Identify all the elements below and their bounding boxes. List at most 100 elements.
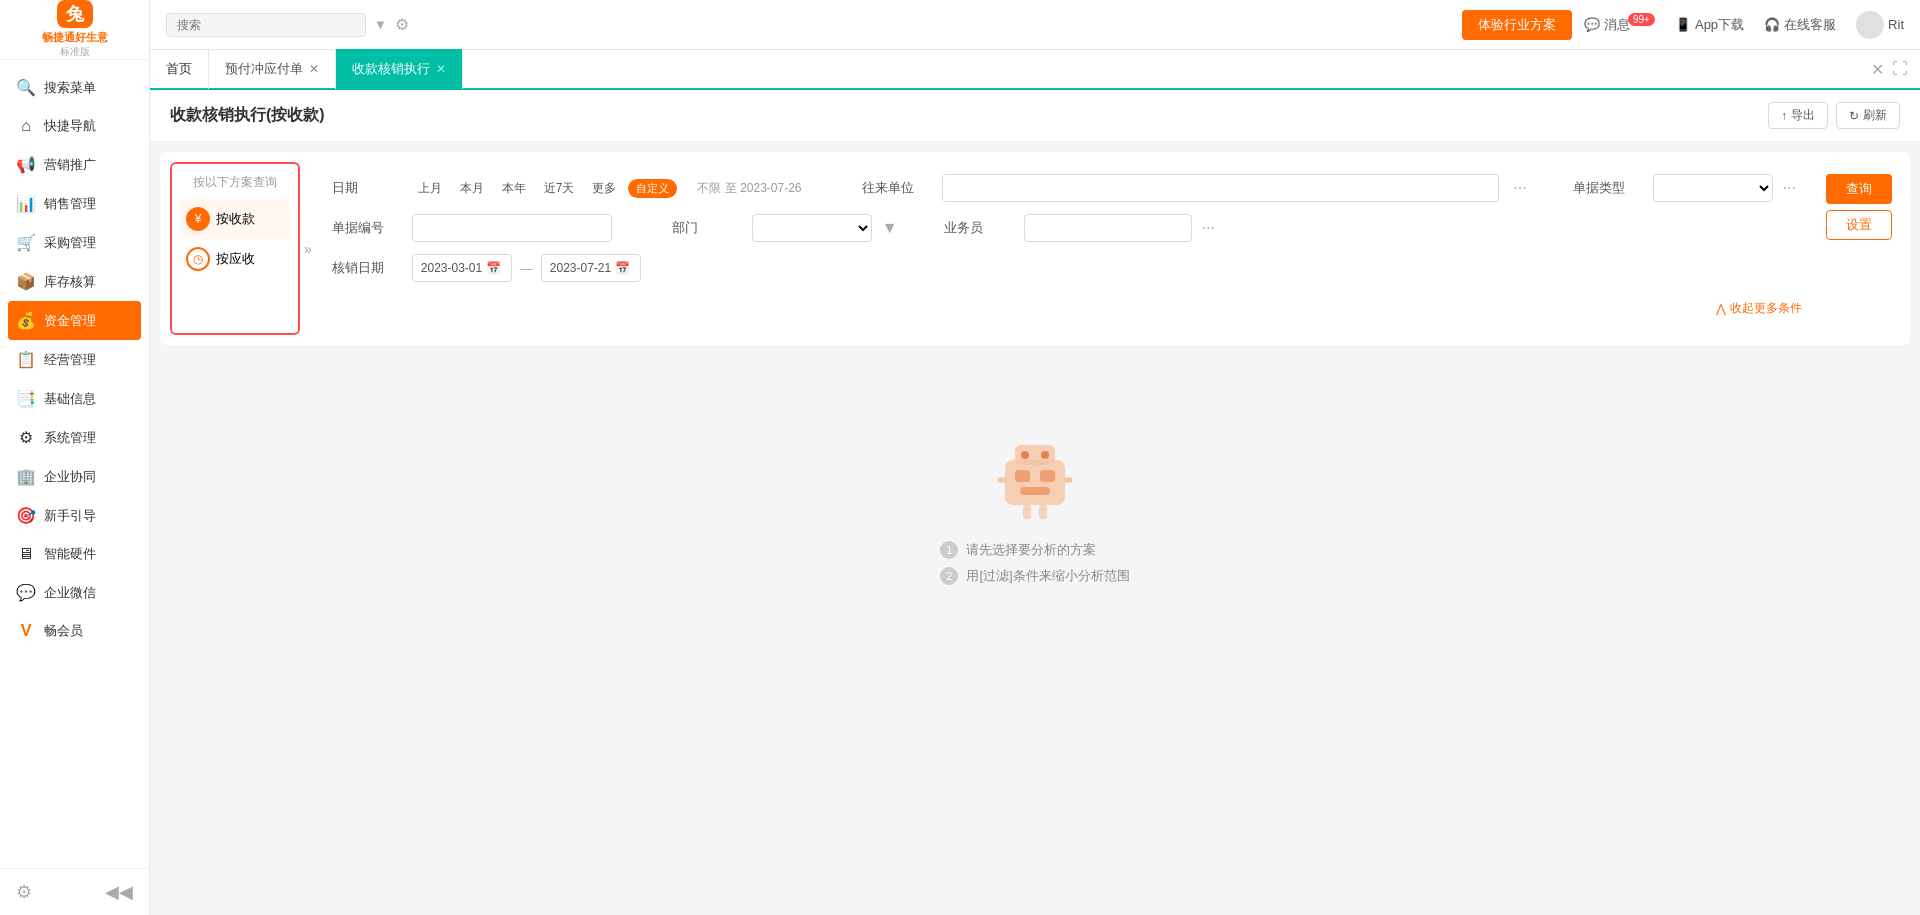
filter-receipt-label: 按收款 [216,210,255,228]
filter-receivable-label: 按应收 [216,250,255,268]
home-icon: ⌂ [16,117,36,135]
collapse-sidebar-btn[interactable]: ◀◀ [105,881,133,903]
sidebar-label-wechat: 企业微信 [44,584,96,602]
search-input[interactable] [166,13,366,37]
date-btn-more[interactable]: 更多 [586,178,622,199]
doc-type-select[interactable] [1653,174,1773,202]
query-btn[interactable]: 查询 [1826,174,1892,204]
party-input-group: ··· [942,174,1533,202]
tab-prepay-close[interactable]: ✕ [309,62,319,76]
app-download-label: App下载 [1695,16,1744,34]
dept-select[interactable] [752,214,872,242]
logo-icon: 兔 [57,0,93,28]
party-more-btn[interactable]: ··· [1507,177,1532,199]
filter-by-receipt[interactable]: ¥ 按收款 [180,199,290,239]
user-info[interactable]: Rit [1856,11,1904,39]
basic-info-icon: 📑 [16,389,36,408]
sidebar-label-quick-nav: 快捷导航 [44,117,96,135]
refresh-btn[interactable]: ↻ 刷新 [1836,102,1900,129]
sidebar-item-member[interactable]: V 畅会员 [0,612,149,650]
filter-panel: 按以下方案查询 ¥ 按收款 ◷ 按应收 » [160,152,1910,345]
collapse-more-btn[interactable]: ⋀ 收起更多条件 [332,294,1802,323]
svg-rect-9 [1023,505,1031,519]
sidebar-item-basic-info[interactable]: 📑 基础信息 [0,379,149,418]
collapse-icon: ⋀ [1716,302,1726,316]
filter-expand-arrow[interactable]: » [300,162,316,335]
sidebar-label-sales: 销售管理 [44,195,96,213]
tip-num-2: 2 [940,567,958,585]
sidebar-item-sales[interactable]: 📊 销售管理 [0,184,149,223]
sidebar-item-purchase[interactable]: 🛒 采购管理 [0,223,149,262]
sidebar-item-guide[interactable]: 🎯 新手引导 [0,496,149,535]
maximize-icon[interactable]: ⛶ [1892,60,1908,78]
writeoff-date-start[interactable]: 2023-03-01 📅 [412,254,512,282]
writeoff-date-end[interactable]: 2023-07-21 📅 [541,254,641,282]
settings-gear-icon[interactable]: ⚙ [395,15,409,34]
service-icon: 🎧 [1764,17,1780,32]
sidebar-item-business[interactable]: 📋 经营管理 [0,340,149,379]
filter-settings-btn[interactable]: 设置 [1826,210,1892,240]
sidebar-item-finance[interactable]: 💰 资金管理 [8,301,141,340]
sidebar-item-inventory[interactable]: 📦 库存核算 [0,262,149,301]
sidebar-item-search[interactable]: 🔍 搜索菜单 [0,68,149,107]
date-btn-custom[interactable]: 自定义 [628,179,677,198]
tab-prepay[interactable]: 预付冲应付单 ✕ [209,49,336,89]
sidebar-label-inventory: 库存核算 [44,273,96,291]
content-area: 收款核销执行(按收款) ↑ 导出 ↻ 刷新 按以下方案查询 ¥ [150,90,1920,915]
tabbar: 首页 预付冲应付单 ✕ 收款核销执行 ✕ ✕ ⛶ [150,50,1920,90]
date-range-sep: — [520,261,533,276]
dept-more-btn[interactable]: ▼ [876,217,904,239]
tab-home-label: 首页 [166,60,192,78]
staff-input[interactable] [1024,214,1192,242]
user-name: Rit [1888,17,1904,32]
sidebar-item-enterprise[interactable]: 🏢 企业协同 [0,457,149,496]
app-download-btn[interactable]: 📱 App下载 [1675,16,1744,34]
tab-prepay-label: 预付冲应付单 [225,60,303,78]
calendar-start-icon: 📅 [486,261,501,275]
message-badge: 99+ [1628,13,1655,26]
purchase-icon: 🛒 [16,233,36,252]
main-area: ▼ ⚙ 体验行业方案 💬 消息 99+ 📱 App下载 🎧 在线客服 Rit [150,0,1920,915]
sidebar-item-smart-hw[interactable]: 🖥 智能硬件 [0,535,149,573]
sidebar-item-system[interactable]: ⚙ 系统管理 [0,418,149,457]
date-quick-btns: 上月 本月 本年 近7天 更多 自定义 [412,178,678,199]
receivable-icon: ◷ [186,247,210,271]
dept-label: 部门 [672,219,732,237]
topbar-search-area: ▼ ⚙ [166,13,1450,37]
member-icon: V [16,622,36,640]
date-btn-7days[interactable]: 近7天 [538,178,581,199]
dept-select-group: ▼ [752,214,904,242]
filter-by-receivable[interactable]: ◷ 按应收 [180,239,290,279]
date-btn-this-year[interactable]: 本年 [496,178,532,199]
enterprise-icon: 🏢 [16,467,36,486]
doc-no-input[interactable] [412,214,612,242]
export-icon: ↑ [1781,109,1787,123]
filter-row-2: 单据编号 部门 ▼ 业务员 ··· [332,214,1802,242]
date-btn-this-month[interactable]: 本月 [454,178,490,199]
sidebar-item-quick-nav[interactable]: ⌂ 快捷导航 [0,107,149,145]
topbar-right: 💬 消息 99+ 📱 App下载 🎧 在线客服 Rit [1584,11,1904,39]
tip-text-1: 请先选择要分析的方案 [966,541,1096,559]
message-btn[interactable]: 💬 消息 99+ [1584,16,1655,34]
sidebar-label-system: 系统管理 [44,429,96,447]
doc-type-more-btn[interactable]: ··· [1777,177,1802,199]
party-input[interactable] [942,174,1500,202]
tab-home[interactable]: 首页 [150,49,209,89]
sidebar-item-wechat[interactable]: 💬 企业微信 [0,573,149,612]
sidebar-item-marketing[interactable]: 📢 营销推广 [0,145,149,184]
staff-more-btn[interactable]: ··· [1196,217,1221,239]
date-btn-last-month[interactable]: 上月 [412,178,448,199]
logo-sub: 标准版 [60,45,90,59]
settings-icon[interactable]: ⚙ [16,881,32,903]
sales-icon: 📊 [16,194,36,213]
solution-btn[interactable]: 体验行业方案 [1462,10,1572,40]
refresh-icon: ↻ [1849,109,1859,123]
export-btn[interactable]: ↑ 导出 [1768,102,1828,129]
tab-receipt-writeoff[interactable]: 收款核销执行 ✕ [336,49,463,89]
dropdown-icon[interactable]: ▼ [374,17,387,32]
writeoff-end-val: 2023-07-21 [550,261,611,275]
online-service-btn[interactable]: 🎧 在线客服 [1764,16,1836,34]
tab-receipt-writeoff-close[interactable]: ✕ [436,62,446,76]
date-no-limit: 不限 至 2023-07-26 [697,180,801,197]
close-window-icon[interactable]: ✕ [1871,60,1884,79]
